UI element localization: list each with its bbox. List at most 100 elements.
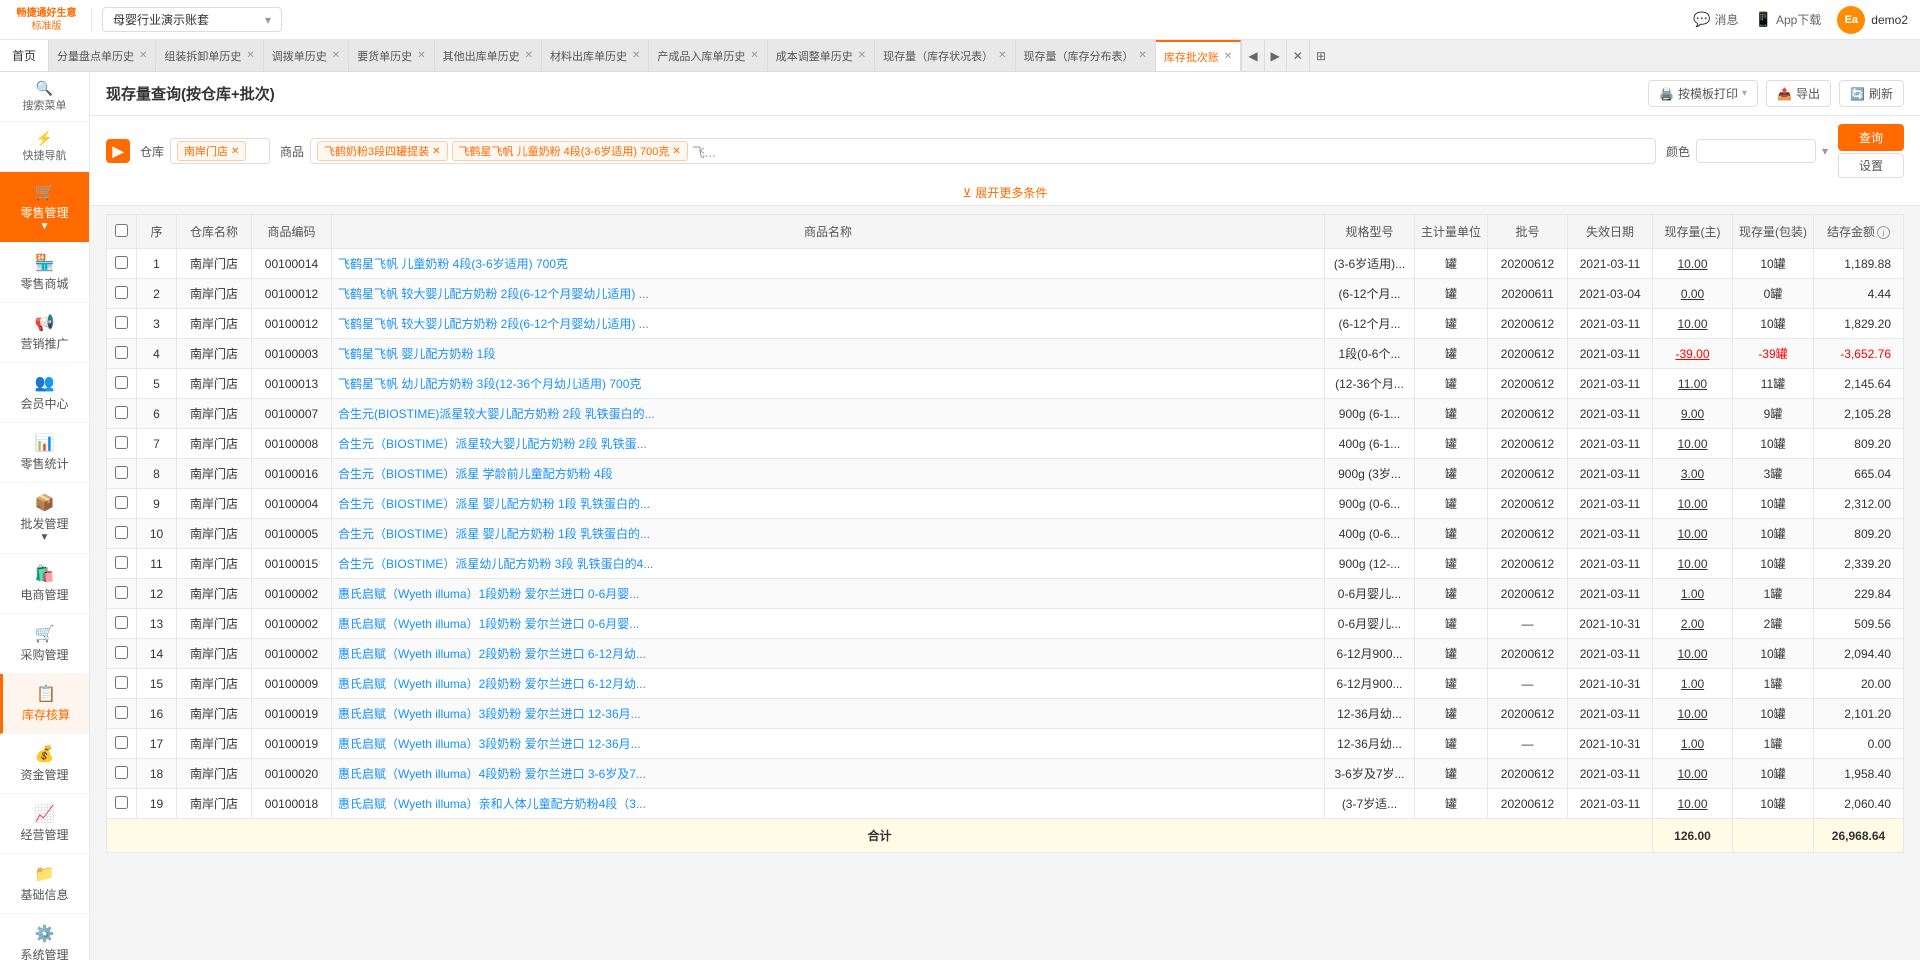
product-filter[interactable]: 飞鹤奶粉3段四罐提装 ✕ 飞鹤星飞帆 儿童奶粉 4段(3-6岁适用) 700克 …: [310, 138, 1656, 164]
row-qty-main[interactable]: 10.00: [1653, 759, 1733, 789]
row-check[interactable]: [107, 459, 137, 489]
row-check[interactable]: [107, 309, 137, 339]
sidebar-search[interactable]: 🔍 搜索菜单: [0, 72, 89, 122]
tab-home[interactable]: 首页: [0, 40, 49, 72]
row-check[interactable]: [107, 579, 137, 609]
export-btn[interactable]: 📤 导出: [1766, 80, 1831, 107]
tab-item[interactable]: 要货单历史 ✕: [349, 40, 434, 72]
tab-close-active[interactable]: ✕: [1224, 51, 1232, 62]
tab-item[interactable]: 产成品入库单历史 ✕: [649, 40, 767, 72]
row-check[interactable]: [107, 609, 137, 639]
tab-close[interactable]: ✕: [750, 50, 758, 61]
row-name[interactable]: 惠氏启赋（Wyeth illuma）2段奶粉 爱尔兰进口 6-12月幼...: [332, 639, 1325, 669]
row-name[interactable]: 合生元（BIOSTIME）派星较大婴儿配方奶粉 2段 乳铁蛋...: [332, 429, 1325, 459]
filter-toggle-btn[interactable]: ▶: [106, 139, 130, 163]
row-check[interactable]: [107, 369, 137, 399]
sidebar-item-ecommerce[interactable]: 🛍️ 电商管理: [0, 554, 89, 614]
row-check[interactable]: [107, 279, 137, 309]
row-check[interactable]: [107, 789, 137, 819]
row-qty-main[interactable]: 10.00: [1653, 309, 1733, 339]
tab-close[interactable]: ✕: [139, 50, 147, 61]
tab-item[interactable]: 其他出库单历史 ✕: [435, 40, 542, 72]
row-check[interactable]: [107, 489, 137, 519]
store-selector[interactable]: 母婴行业演示账套 ▾: [102, 7, 282, 32]
warehouse-filter[interactable]: 南岸门店 ✕: [170, 138, 270, 164]
row-name[interactable]: 飞鹤星飞帆 较大婴儿配方奶粉 2段(6-12个月婴幼儿适用) ...: [332, 279, 1325, 309]
row-name[interactable]: 合生元（BIOSTIME）派星幼儿配方奶粉 3段 乳铁蛋白的4...: [332, 549, 1325, 579]
row-check[interactable]: [107, 729, 137, 759]
row-qty-main[interactable]: 10.00: [1653, 549, 1733, 579]
tab-active[interactable]: 库存批次账 ✕: [1156, 40, 1241, 72]
tab-close[interactable]: ✕: [998, 50, 1006, 61]
product-tag-1-close[interactable]: ✕: [432, 146, 440, 157]
row-name[interactable]: 合生元（BIOSTIME）派星 学龄前儿童配方奶粉 4段: [332, 459, 1325, 489]
sidebar-item-finance[interactable]: 💰 资金管理: [0, 734, 89, 794]
select-all-checkbox[interactable]: [115, 224, 128, 237]
tab-item[interactable]: 分量盘点单历史 ✕: [49, 40, 156, 72]
row-name[interactable]: 飞鹤星飞帆 幼儿配方奶粉 3段(12-36个月幼儿适用) 700克: [332, 369, 1325, 399]
row-qty-main[interactable]: 10.00: [1653, 429, 1733, 459]
row-qty-main[interactable]: 10.00: [1653, 789, 1733, 819]
row-name[interactable]: 惠氏启赋（Wyeth illuma）1段奶粉 爱尔兰进口 0-6月婴...: [332, 579, 1325, 609]
row-qty-main[interactable]: 10.00: [1653, 249, 1733, 279]
row-name[interactable]: 飞鹤星飞帆 较大婴儿配方奶粉 2段(6-12个月婴幼儿适用) ...: [332, 309, 1325, 339]
row-name[interactable]: 惠氏启赋（Wyeth illuma）4段奶粉 爱尔兰进口 3-6岁及7...: [332, 759, 1325, 789]
row-qty-main[interactable]: 11.00: [1653, 369, 1733, 399]
color-filter[interactable]: [1696, 139, 1816, 163]
row-qty-main[interactable]: 9.00: [1653, 399, 1733, 429]
row-name[interactable]: 飞鹤星飞帆 儿童奶粉 4段(3-6岁适用) 700克: [332, 249, 1325, 279]
row-qty-main[interactable]: 10.00: [1653, 519, 1733, 549]
product-tag-2-close[interactable]: ✕: [672, 146, 680, 157]
row-name[interactable]: 合生元(BIOSTIME)派星较大婴儿配方奶粉 2段 乳铁蛋白的...: [332, 399, 1325, 429]
tab-close[interactable]: ✕: [525, 50, 533, 61]
tab-nav-close[interactable]: ✕: [1286, 40, 1309, 72]
tab-close[interactable]: ✕: [1139, 50, 1147, 61]
row-name[interactable]: 合生元（BIOSTIME）派星 婴儿配方奶粉 1段 乳铁蛋白的...: [332, 519, 1325, 549]
tab-close[interactable]: ✕: [246, 50, 254, 61]
row-qty-main[interactable]: 1.00: [1653, 729, 1733, 759]
refresh-btn[interactable]: 🔄 刷新: [1839, 80, 1904, 107]
tab-close[interactable]: ✕: [417, 50, 425, 61]
row-check[interactable]: [107, 639, 137, 669]
row-qty-main[interactable]: -39.00: [1653, 339, 1733, 369]
row-qty-main[interactable]: 0.00: [1653, 279, 1733, 309]
row-check[interactable]: [107, 549, 137, 579]
row-name[interactable]: 惠氏启赋（Wyeth illuma）亲和人体儿童配方奶粉4段（3...: [332, 789, 1325, 819]
set-button[interactable]: 设置: [1838, 153, 1904, 178]
row-qty-main[interactable]: 2.00: [1653, 609, 1733, 639]
row-qty-main[interactable]: 10.00: [1653, 489, 1733, 519]
message-btn[interactable]: 💬 消息: [1693, 11, 1738, 28]
query-button[interactable]: 查询: [1838, 124, 1904, 151]
sidebar-item-retail[interactable]: 🛒 零售管理 ▼: [0, 172, 89, 243]
sidebar-item-operations[interactable]: 📈 经营管理: [0, 794, 89, 854]
sidebar-item-members[interactable]: 👥 会员中心: [0, 363, 89, 423]
row-qty-main[interactable]: 10.00: [1653, 639, 1733, 669]
row-check[interactable]: [107, 249, 137, 279]
sidebar-item-mall[interactable]: 🏪 零售商城: [0, 243, 89, 303]
sidebar-item-marketing[interactable]: 📢 营销推广: [0, 303, 89, 363]
row-qty-main[interactable]: 3.00: [1653, 459, 1733, 489]
tab-nav-next[interactable]: ▶: [1264, 40, 1286, 72]
app-download-btn[interactable]: 📱 App下载: [1755, 11, 1822, 28]
row-check[interactable]: [107, 429, 137, 459]
balance-info-icon[interactable]: i: [1877, 226, 1890, 239]
row-qty-main[interactable]: 10.00: [1653, 699, 1733, 729]
sidebar-shortcut[interactable]: ⚡ 快捷导航: [0, 122, 89, 172]
tab-item[interactable]: 材料出库单历史 ✕: [542, 40, 649, 72]
tab-item[interactable]: 现存量（库存分布表） ✕: [1016, 40, 1156, 72]
tab-item[interactable]: 组装拆卸单历史 ✕: [156, 40, 263, 72]
sidebar-item-retail-stats[interactable]: 📊 零售统计: [0, 423, 89, 483]
warehouse-tag-close[interactable]: ✕: [231, 146, 239, 157]
sidebar-item-inventory[interactable]: 📋 库存核算: [0, 674, 89, 734]
row-name[interactable]: 合生元（BIOSTIME）派星 婴儿配方奶粉 1段 乳铁蛋白的...: [332, 489, 1325, 519]
sidebar-item-basics[interactable]: 📁 基础信息: [0, 854, 89, 914]
row-check[interactable]: [107, 759, 137, 789]
tab-item[interactable]: 成本调整单历史 ✕: [768, 40, 875, 72]
row-check[interactable]: [107, 339, 137, 369]
row-qty-main[interactable]: 1.00: [1653, 579, 1733, 609]
tab-item[interactable]: 现存量（库存状况表） ✕: [875, 40, 1015, 72]
row-name[interactable]: 惠氏启赋（Wyeth illuma）2段奶粉 爱尔兰进口 6-12月幼...: [332, 669, 1325, 699]
row-check[interactable]: [107, 669, 137, 699]
sidebar-item-wholesale[interactable]: 📦 批发管理 ▼: [0, 483, 89, 554]
row-name[interactable]: 飞鹤星飞帆 婴儿配方奶粉 1段: [332, 339, 1325, 369]
